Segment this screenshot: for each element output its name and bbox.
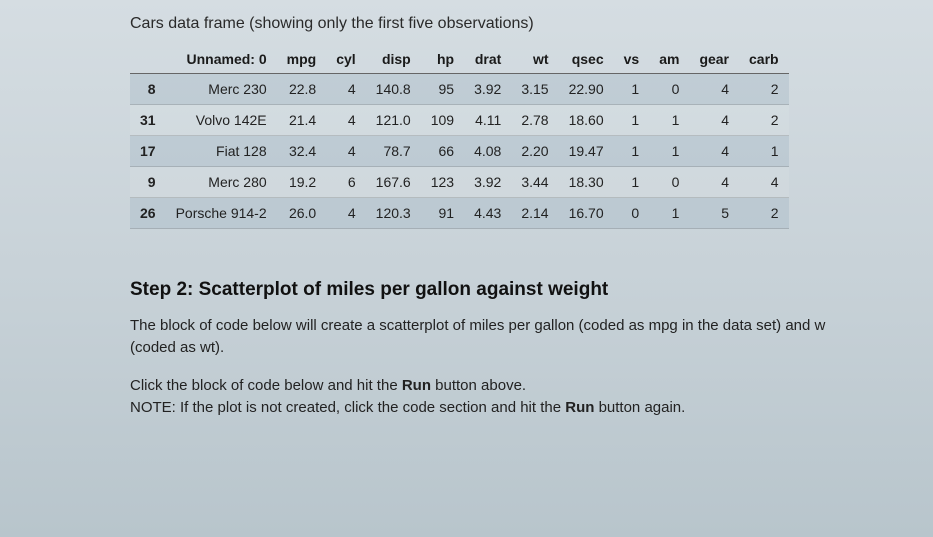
table-cell: 4 xyxy=(326,74,365,105)
col-header: cyl xyxy=(326,45,365,74)
table-body: 8Merc 23022.84140.8953.923.1522.90104231… xyxy=(130,74,789,229)
table-cell: 4.08 xyxy=(464,136,511,167)
table-cell: 78.7 xyxy=(366,136,421,167)
table-cell: 0 xyxy=(614,198,650,229)
table-cell: 1 xyxy=(614,105,650,136)
table-row: 9Merc 28019.26167.61233.923.4418.301044 xyxy=(130,167,789,198)
table-cell: 3.92 xyxy=(464,167,511,198)
table-cell: 1 xyxy=(614,136,650,167)
text-fragment: NOTE: If the plot is not created, click … xyxy=(130,399,565,416)
table-cell: 109 xyxy=(421,105,464,136)
table-cell: 3.44 xyxy=(511,167,558,198)
text-fragment: button above. xyxy=(431,377,526,394)
table-cell: 66 xyxy=(421,136,464,167)
step2-paragraph: The block of code below will create a sc… xyxy=(130,315,893,359)
text-line: (coded as wt). xyxy=(130,339,224,356)
table-cell: 9 xyxy=(130,167,166,198)
table-caption: Cars data frame (showing only the first … xyxy=(130,15,893,33)
table-cell: 4 xyxy=(326,198,365,229)
table-cell: Porsche 914-2 xyxy=(166,198,277,229)
table-cell: 1 xyxy=(614,167,650,198)
table-cell: 121.0 xyxy=(366,105,421,136)
table-cell: 2.78 xyxy=(511,105,558,136)
table-cell: 18.30 xyxy=(559,167,614,198)
step2-instructions: Click the block of code below and hit th… xyxy=(130,375,893,420)
table-cell: 4 xyxy=(326,105,365,136)
table-cell: 2.20 xyxy=(511,136,558,167)
table-cell: 1 xyxy=(739,136,789,167)
table-cell: 22.90 xyxy=(559,74,614,105)
table-cell: 8 xyxy=(130,74,166,105)
table-cell: 91 xyxy=(421,198,464,229)
table-cell: 4 xyxy=(689,74,739,105)
col-header: am xyxy=(649,45,689,74)
col-header: drat xyxy=(464,45,511,74)
table-cell: Volvo 142E xyxy=(166,105,277,136)
table-cell: 4 xyxy=(739,167,789,198)
table-cell: 2.14 xyxy=(511,198,558,229)
text-fragment: button again. xyxy=(594,399,685,416)
table-cell: 1 xyxy=(649,136,689,167)
table-cell: 2 xyxy=(739,198,789,229)
col-header: mpg xyxy=(277,45,327,74)
col-header: hp xyxy=(421,45,464,74)
col-header: wt xyxy=(511,45,558,74)
table-row: 8Merc 23022.84140.8953.923.1522.901042 xyxy=(130,74,789,105)
table-cell: 1 xyxy=(614,74,650,105)
cars-data-table: Unnamed: 0mpgcyldisphpdratwtqsecvsamgear… xyxy=(130,45,789,229)
table-cell: 5 xyxy=(689,198,739,229)
table-cell: 4 xyxy=(689,136,739,167)
col-header: gear xyxy=(689,45,739,74)
table-cell: 95 xyxy=(421,74,464,105)
step2-heading: Step 2: Scatterplot of miles per gallon … xyxy=(130,279,893,301)
table-cell: 19.2 xyxy=(277,167,327,198)
table-cell: 120.3 xyxy=(366,198,421,229)
table-cell: 26 xyxy=(130,198,166,229)
table-cell: 16.70 xyxy=(559,198,614,229)
table-cell: 26.0 xyxy=(277,198,327,229)
table-cell: 2 xyxy=(739,74,789,105)
table-cell: 17 xyxy=(130,136,166,167)
table-row: 31Volvo 142E21.44121.01094.112.7818.6011… xyxy=(130,105,789,136)
table-cell: 32.4 xyxy=(277,136,327,167)
col-header: carb xyxy=(739,45,789,74)
table-cell: 1 xyxy=(649,105,689,136)
table-cell: 4.11 xyxy=(464,105,511,136)
col-header xyxy=(130,45,166,74)
col-header: qsec xyxy=(559,45,614,74)
table-cell: 22.8 xyxy=(277,74,327,105)
table-cell: 167.6 xyxy=(366,167,421,198)
table-cell: 6 xyxy=(326,167,365,198)
table-cell: 0 xyxy=(649,167,689,198)
table-cell: 3.15 xyxy=(511,74,558,105)
table-cell: 2 xyxy=(739,105,789,136)
table-cell: 4 xyxy=(689,105,739,136)
table-cell: 0 xyxy=(649,74,689,105)
table-cell: 31 xyxy=(130,105,166,136)
run-label: Run xyxy=(565,399,594,416)
run-label: Run xyxy=(402,377,431,394)
col-header: disp xyxy=(366,45,421,74)
col-header: Unnamed: 0 xyxy=(166,45,277,74)
table-cell: 21.4 xyxy=(277,105,327,136)
table-cell: Fiat 128 xyxy=(166,136,277,167)
table-cell: 1 xyxy=(649,198,689,229)
table-header-row: Unnamed: 0mpgcyldisphpdratwtqsecvsamgear… xyxy=(130,45,789,74)
text-line: The block of code below will create a sc… xyxy=(130,317,825,334)
table-cell: 4 xyxy=(689,167,739,198)
col-header: vs xyxy=(614,45,650,74)
table-cell: 4 xyxy=(326,136,365,167)
table-cell: 4.43 xyxy=(464,198,511,229)
table-cell: Merc 230 xyxy=(166,74,277,105)
text-fragment: Click the block of code below and hit th… xyxy=(130,377,402,394)
table-cell: 123 xyxy=(421,167,464,198)
table-row: 17Fiat 12832.4478.7664.082.2019.471141 xyxy=(130,136,789,167)
table-cell: 18.60 xyxy=(559,105,614,136)
table-cell: Merc 280 xyxy=(166,167,277,198)
table-cell: 3.92 xyxy=(464,74,511,105)
table-cell: 19.47 xyxy=(559,136,614,167)
table-cell: 140.8 xyxy=(366,74,421,105)
table-row: 26Porsche 914-226.04120.3914.432.1416.70… xyxy=(130,198,789,229)
